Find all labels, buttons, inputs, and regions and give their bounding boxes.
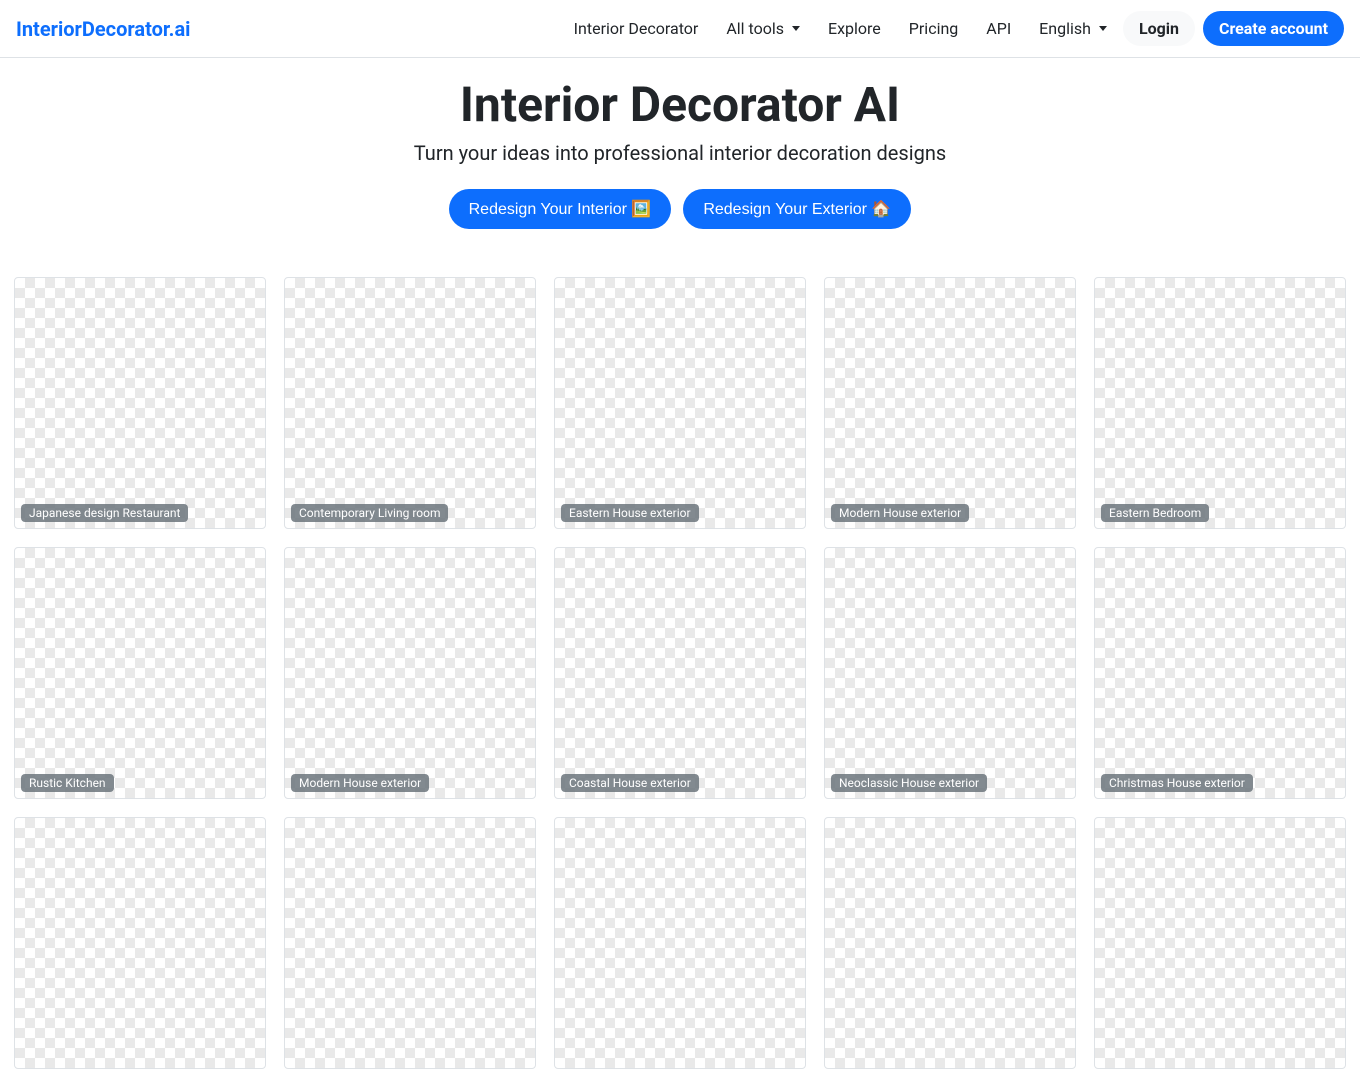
gallery-grid: Japanese design Restaurant Contemporary … — [0, 277, 1360, 1083]
gallery-card[interactable] — [824, 817, 1076, 1069]
gallery-card[interactable]: Eastern Bedroom — [1094, 277, 1346, 529]
gallery-card[interactable]: Modern House exterior — [824, 277, 1076, 529]
nav-all-tools[interactable]: All tools — [714, 11, 812, 46]
gallery-card[interactable]: Coastal House exterior — [554, 547, 806, 799]
navbar: InteriorDecorator.ai Interior Decorator … — [0, 0, 1360, 58]
card-label: Modern House exterior — [291, 774, 429, 792]
create-account-button[interactable]: Create account — [1203, 11, 1344, 46]
page-title: Interior Decorator AI — [0, 76, 1360, 133]
gallery-card[interactable]: Contemporary Living room — [284, 277, 536, 529]
card-label: Neoclassic House exterior — [831, 774, 987, 792]
nav-interior-decorator[interactable]: Interior Decorator — [562, 11, 711, 46]
gallery-card[interactable]: Neoclassic House exterior — [824, 547, 1076, 799]
nav-language[interactable]: English — [1027, 11, 1119, 46]
nav-explore[interactable]: Explore — [816, 11, 893, 46]
redesign-exterior-button[interactable]: Redesign Your Exterior 🏠 — [683, 189, 911, 229]
hero-buttons: Redesign Your Interior 🖼️ Redesign Your … — [0, 189, 1360, 229]
gallery-card[interactable] — [14, 817, 266, 1069]
brand-logo[interactable]: InteriorDecorator.ai — [16, 17, 190, 41]
card-label: Contemporary Living room — [291, 504, 448, 522]
gallery-card[interactable]: Modern House exterior — [284, 547, 536, 799]
card-label: Japanese design Restaurant — [21, 504, 188, 522]
card-label: Coastal House exterior — [561, 774, 699, 792]
gallery-card[interactable]: Rustic Kitchen — [14, 547, 266, 799]
card-label: Eastern House exterior — [561, 504, 699, 522]
login-button[interactable]: Login — [1123, 11, 1195, 46]
nav-right: Interior Decorator All tools Explore Pri… — [562, 11, 1344, 46]
card-label: Rustic Kitchen — [21, 774, 114, 792]
nav-pricing[interactable]: Pricing — [897, 11, 971, 46]
card-label: Modern House exterior — [831, 504, 969, 522]
gallery-card[interactable] — [1094, 817, 1346, 1069]
card-label: Christmas House exterior — [1101, 774, 1253, 792]
page-subtitle: Turn your ideas into professional interi… — [0, 141, 1360, 165]
hero-section: Interior Decorator AI Turn your ideas in… — [0, 58, 1360, 229]
gallery-card[interactable]: Eastern House exterior — [554, 277, 806, 529]
card-label: Eastern Bedroom — [1101, 504, 1209, 522]
gallery-card[interactable]: Christmas House exterior — [1094, 547, 1346, 799]
gallery-card[interactable] — [554, 817, 806, 1069]
redesign-interior-button[interactable]: Redesign Your Interior 🖼️ — [449, 189, 672, 229]
gallery-card[interactable] — [284, 817, 536, 1069]
nav-api[interactable]: API — [974, 11, 1023, 46]
gallery-card[interactable]: Japanese design Restaurant — [14, 277, 266, 529]
